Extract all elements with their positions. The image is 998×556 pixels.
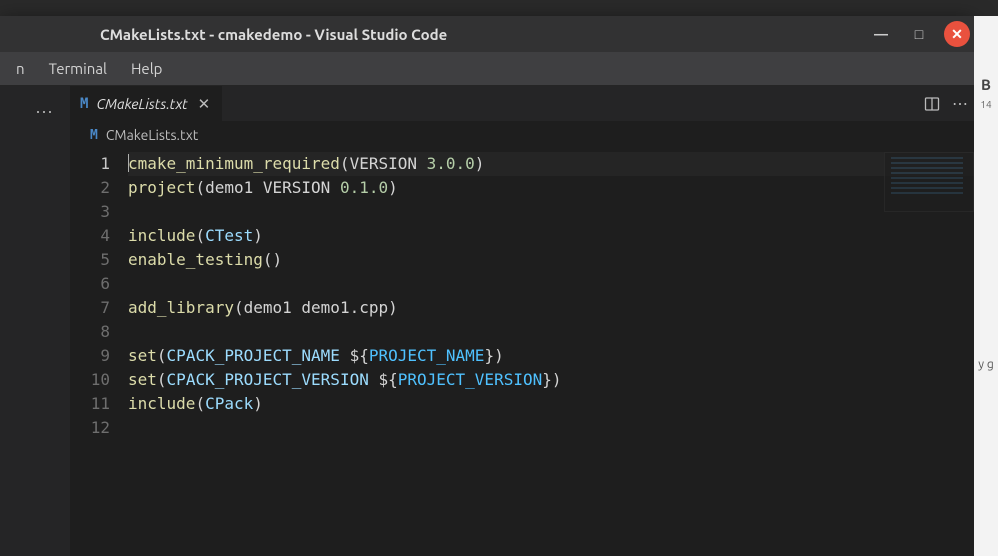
token-txt: )	[253, 394, 263, 413]
token-txt: (	[195, 226, 205, 245]
code-line[interactable]	[128, 416, 974, 440]
line-number: 11	[70, 392, 110, 416]
menu-bar: n Terminal Help	[0, 52, 974, 86]
token-txt: VERSION	[350, 154, 427, 173]
code-line[interactable]	[128, 272, 974, 296]
window-title: CMakeLists.txt - cmakedemo - Visual Stud…	[100, 26, 447, 43]
line-number-gutter: 123456789101112	[70, 148, 128, 556]
token-txt: ()	[263, 250, 282, 269]
line-number: 9	[70, 344, 110, 368]
token-fn: set	[128, 370, 157, 389]
token-num: 3.0.0	[427, 154, 475, 173]
line-number: 10	[70, 368, 110, 392]
line-number: 8	[70, 320, 110, 344]
line-number: 7	[70, 296, 110, 320]
token-txt: (	[195, 394, 205, 413]
code-line[interactable]: project(demo1 VERSION 0.1.0)	[128, 176, 974, 200]
token-txt: )	[388, 298, 398, 317]
maximize-button[interactable]: □	[906, 21, 932, 47]
token-txt: demo1 demo1.cpp	[244, 298, 389, 317]
token-fn: add_library	[128, 298, 234, 317]
token-txt: }	[542, 370, 552, 389]
token-var: CTest	[205, 226, 253, 245]
token-ref: PROJECT_VERSION	[398, 370, 543, 389]
token-txt: )	[494, 346, 504, 365]
code-line[interactable]: set(CPACK_PROJECT_NAME ${PROJECT_NAME})	[128, 344, 974, 368]
tab-cmakelists[interactable]: M CMakeLists.txt ✕	[70, 86, 223, 121]
minimap[interactable]	[884, 152, 974, 212]
token-txt: ${	[378, 370, 397, 389]
token-txt: }	[484, 346, 494, 365]
code-line[interactable]: include(CPack)	[128, 392, 974, 416]
token-txt: demo1	[205, 178, 263, 197]
token-txt: )	[552, 370, 562, 389]
token-var: CPACK_PROJECT_VERSION	[167, 370, 379, 389]
code-line[interactable]: cmake_minimum_required(VERSION 3.0.0)	[128, 152, 974, 176]
line-number: 5	[70, 248, 110, 272]
title-bar[interactable]: CMakeLists.txt - cmakedemo - Visual Stud…	[0, 16, 974, 52]
code-line[interactable]: enable_testing()	[128, 248, 974, 272]
menu-item-run-truncated[interactable]: n	[4, 56, 37, 81]
menu-item-help[interactable]: Help	[119, 56, 174, 81]
code-content[interactable]: cmake_minimum_required(VERSION 3.0.0)pro…	[128, 148, 974, 556]
breadcrumb[interactable]: M CMakeLists.txt	[70, 122, 974, 148]
background-label: B	[981, 16, 991, 93]
line-number: 2	[70, 176, 110, 200]
token-var: CPACK_PROJECT_NAME	[167, 346, 350, 365]
background-side-text: y g	[978, 358, 993, 371]
token-fn: include	[128, 394, 195, 413]
token-fn: cmake_minimum_required	[128, 154, 340, 173]
window-controls: — □ ✕	[868, 16, 970, 52]
line-number: 1	[70, 152, 110, 176]
code-line[interactable]: include(CTest)	[128, 224, 974, 248]
tab-label: CMakeLists.txt	[96, 96, 187, 112]
token-txt: ${	[350, 346, 369, 365]
workbench: ⋯ M CMakeLists.txt ✕ ⋯	[0, 86, 974, 556]
explorer-sidebar: ⋯	[0, 86, 70, 556]
token-txt: (	[157, 346, 167, 365]
line-number: 3	[70, 200, 110, 224]
minimize-button[interactable]: —	[868, 21, 894, 47]
code-line[interactable]: add_library(demo1 demo1.cpp)	[128, 296, 974, 320]
code-editor[interactable]: 123456789101112 cmake_minimum_required(V…	[70, 148, 974, 556]
line-number: 4	[70, 224, 110, 248]
token-txt: )	[253, 226, 263, 245]
token-fn: project	[128, 178, 195, 197]
token-txt: (	[195, 178, 205, 197]
tab-bar: M CMakeLists.txt ✕ ⋯	[70, 86, 974, 122]
background-window-edge: B 14 y g	[974, 16, 998, 556]
close-button[interactable]: ✕	[944, 21, 970, 47]
token-txt: )	[388, 178, 398, 197]
line-number: 6	[70, 272, 110, 296]
code-line[interactable]	[128, 200, 974, 224]
token-txt: (	[157, 370, 167, 389]
token-fn: enable_testing	[128, 250, 263, 269]
split-editor-icon[interactable]	[924, 96, 940, 112]
breadcrumb-label: CMakeLists.txt	[106, 127, 198, 143]
vscode-window: CMakeLists.txt - cmakedemo - Visual Stud…	[0, 16, 974, 556]
cmake-file-icon: M	[80, 96, 88, 112]
token-fn: set	[128, 346, 157, 365]
cmake-file-icon: M	[90, 128, 98, 143]
code-line[interactable]	[128, 320, 974, 344]
more-actions-icon[interactable]: ⋯	[952, 94, 968, 113]
token-txt: )	[475, 154, 485, 173]
token-ref: PROJECT_NAME	[369, 346, 485, 365]
menu-item-terminal[interactable]: Terminal	[37, 56, 119, 81]
editor-actions: ⋯	[924, 86, 968, 121]
sidebar-more-icon[interactable]: ⋯	[19, 94, 70, 131]
background-page: 14	[980, 99, 991, 110]
close-icon[interactable]: ✕	[196, 93, 213, 115]
token-var: CPack	[205, 394, 253, 413]
editor-group: M CMakeLists.txt ✕ ⋯ M CMakeLists.	[70, 86, 974, 556]
token-num: 0.1.0	[340, 178, 388, 197]
line-number: 12	[70, 416, 110, 440]
token-txt: (	[234, 298, 244, 317]
token-txt: (	[340, 154, 350, 173]
token-txt: VERSION	[263, 178, 340, 197]
token-fn: include	[128, 226, 195, 245]
code-line[interactable]: set(CPACK_PROJECT_VERSION ${PROJECT_VERS…	[128, 368, 974, 392]
